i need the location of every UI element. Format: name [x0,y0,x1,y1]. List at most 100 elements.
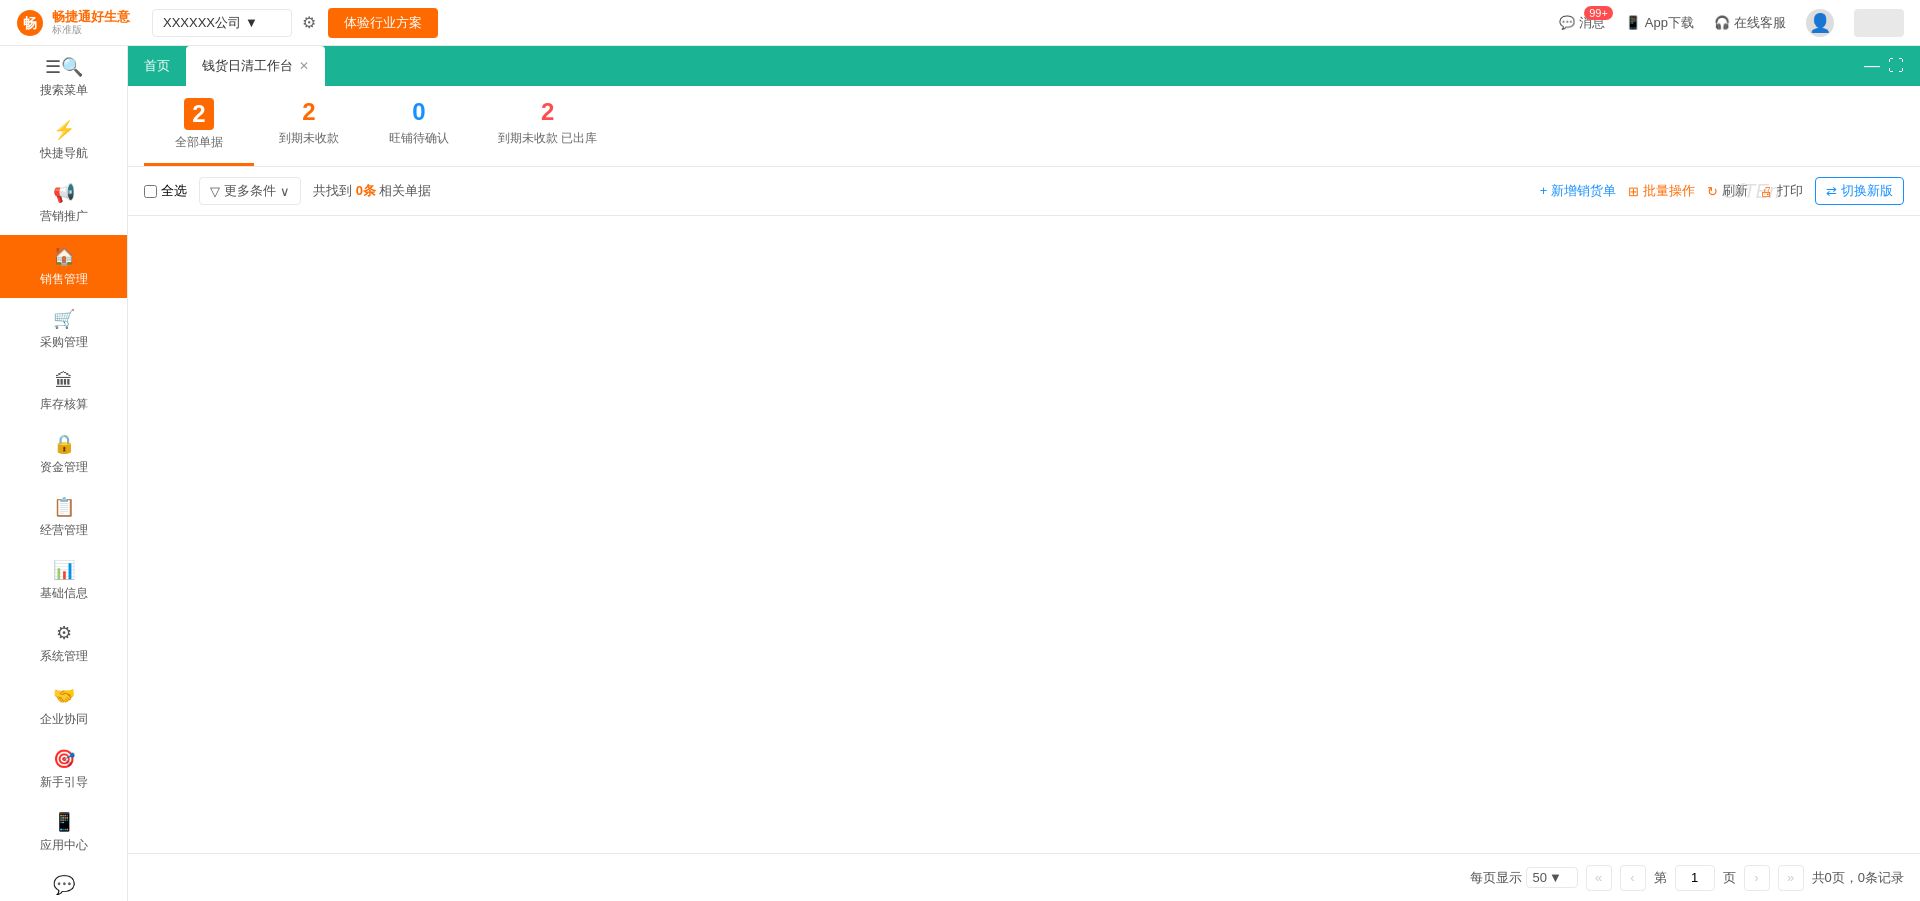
sidebar: ☰🔍 搜索菜单 ⚡ 快捷导航 📢 营销推广 🏠 销售管理 🛒 采购管理 🏛 库存… [0,46,128,901]
guide-icon: 🎯 [53,748,75,770]
first-page-button[interactable]: « [1586,865,1612,891]
top-bar: 畅 畅捷通好生意 标准版 XXXXXX公司 ▼ ⚙ 体验行业方案 💬 消息 99… [0,0,1920,46]
trial-button[interactable]: 体验行业方案 [328,8,438,38]
stat-tab-overdue-unpaid[interactable]: 2 到期未收款 [254,86,364,166]
sidebar-item-label: 经营管理 [40,522,88,539]
sidebar-item-inventory[interactable]: 🏛 库存核算 [0,361,127,423]
system-icon: ⚙ [56,622,72,644]
sidebar-item-app-center[interactable]: 📱 应用中心 [0,801,127,864]
sidebar-item-base-info[interactable]: 📊 基础信息 [0,549,127,612]
print-button[interactable]: 🖨 打印 [1760,182,1803,200]
base-info-icon: 📊 [53,559,75,581]
online-service-label: 在线客服 [1734,14,1786,32]
toolbar-right: + 新增销货单 ⊞ 批量操作 ↻ 刷新 🖨 打印 ⇄ [1540,177,1904,205]
table-area [128,216,1920,853]
app-title: 畅捷通好生意 [52,9,130,25]
stat-tab-unshipped[interactable]: 2 到期未收款 已出库 [474,86,621,166]
per-page-label: 每页显示 [1470,869,1522,887]
select-all-label: 全选 [161,182,187,200]
print-label: 打印 [1777,182,1803,200]
found-num: 0条 [356,183,376,198]
sidebar-item-label: 营销推广 [40,208,88,225]
stat-num-all: 2 [184,98,213,130]
page-size-arrow: ▼ [1549,870,1562,885]
top-right-area: 💬 消息 99+ 📱 App下载 🎧 在线客服 👤 [1559,9,1904,37]
stats-tabs: 2 全部单据 2 到期未收款 0 旺铺待确认 2 到期未收款 已出库 [128,86,1920,167]
tab-work-bench-label: 钱货日清工作台 [202,57,293,75]
marketing-icon: 📢 [53,182,75,204]
print-icon: 🖨 [1760,184,1773,199]
content-area: 首页 钱货日清工作台 ✕ — ⛶ 2 全部单据 [128,46,1920,901]
sidebar-item-label: 销售管理 [40,271,88,288]
stat-label-unshipped: 到期未收款 已出库 [498,130,597,147]
page-end-label: 页 [1723,869,1736,887]
company-selector[interactable]: XXXXXX公司 ▼ [152,9,292,37]
filter-button[interactable]: ▽ 更多条件 ∨ [199,177,301,205]
page-size-value: 50 [1533,870,1547,885]
next-page-button[interactable]: › [1744,865,1770,891]
app-download-button[interactable]: 📱 App下载 [1625,14,1694,32]
purchase-icon: 🛒 [53,308,75,330]
logo-text: 畅捷通好生意 标准版 [52,9,130,37]
first-page-icon: « [1595,870,1602,885]
app-center-icon: 📱 [53,811,75,833]
sidebar-item-label: 新手引导 [40,774,88,791]
sidebar-item-guide[interactable]: 🎯 新手引导 [0,738,127,801]
tab-bar-actions: — ⛶ [1864,57,1920,75]
tab-maximize-button[interactable]: ⛶ [1888,57,1904,75]
sidebar-item-quick-nav[interactable]: ⚡ 快捷导航 [0,109,127,172]
refresh-button[interactable]: ↻ 刷新 [1707,182,1748,200]
avatar[interactable]: 👤 [1806,9,1834,37]
tab-home[interactable]: 首页 [128,46,186,86]
last-page-button[interactable]: » [1778,865,1804,891]
sidebar-item-search[interactable]: ☰🔍 搜索菜单 [0,46,127,109]
stat-tab-wangpu[interactable]: 0 旺铺待确认 [364,86,474,166]
stat-num-overdue: 2 [302,98,315,126]
logo-icon: 畅 [16,9,44,37]
stat-num-wangpu: 0 [412,98,425,126]
sidebar-item-cooperation[interactable]: 🤝 企业协同 [0,675,127,738]
batch-label: 批量操作 [1643,182,1695,200]
quick-nav-icon: ⚡ [53,119,75,141]
refresh-icon: ↻ [1707,184,1718,199]
sidebar-item-purchase[interactable]: 🛒 采购管理 [0,298,127,361]
sidebar-item-operations[interactable]: 📋 经营管理 [0,486,127,549]
sidebar-item-label: 资金管理 [40,459,88,476]
switch-version-button[interactable]: ⇄ 切换新版 [1815,177,1904,205]
download-icon: 📱 [1625,15,1641,30]
sidebar-item-system[interactable]: ⚙ 系统管理 [0,612,127,675]
app-subtitle: 标准版 [52,24,130,36]
filter-label: 更多条件 [224,182,276,200]
main-layout: ☰🔍 搜索菜单 ⚡ 快捷导航 📢 营销推广 🏠 销售管理 🛒 采购管理 🏛 库存… [0,46,1920,901]
online-service-button[interactable]: 🎧 在线客服 [1714,14,1786,32]
select-all-checkbox[interactable]: 全选 [144,182,187,200]
sidebar-item-finance[interactable]: 🔒 资金管理 [0,423,127,486]
new-sale-button[interactable]: + 新增销货单 [1540,182,1616,200]
prev-page-button[interactable]: ‹ [1620,865,1646,891]
settings-button[interactable]: ⚙ [302,13,316,32]
page-content: 2 全部单据 2 到期未收款 0 旺铺待确认 2 到期未收款 已出库 [128,86,1920,901]
select-all-input[interactable] [144,185,157,198]
search-icon: ☰🔍 [45,56,83,78]
pagination-bar: 每页显示 50 ▼ « ‹ 第 页 › [128,853,1920,901]
tab-minimize-button[interactable]: — [1864,57,1880,75]
batch-icon: ⊞ [1628,184,1639,199]
tab-home-label: 首页 [144,57,170,75]
page-number-input[interactable] [1675,865,1715,891]
sidebar-item-sales[interactable]: 🏠 销售管理 [0,235,127,298]
logo-area: 畅 畅捷通好生意 标准版 [16,9,144,37]
message-button[interactable]: 💬 消息 99+ [1559,14,1605,32]
sidebar-item-marketing[interactable]: 📢 营销推广 [0,172,127,235]
minimize-icon: — [1864,57,1880,75]
next-page-icon: › [1754,870,1758,885]
refresh-label: 刷新 [1722,182,1748,200]
tab-close-icon[interactable]: ✕ [299,59,309,73]
switch-label: 切换新版 [1841,182,1893,200]
avatar-icon: 👤 [1809,12,1831,34]
page-size-input[interactable]: 50 ▼ [1526,867,1578,888]
tab-work-bench[interactable]: 钱货日清工作台 ✕ [186,46,325,86]
sidebar-item-enterprise-wechat[interactable]: 💬 企业微信 [0,864,127,901]
maximize-icon: ⛶ [1888,57,1904,75]
batch-operation-button[interactable]: ⊞ 批量操作 [1628,182,1695,200]
stat-tab-all[interactable]: 2 全部单据 [144,86,254,166]
